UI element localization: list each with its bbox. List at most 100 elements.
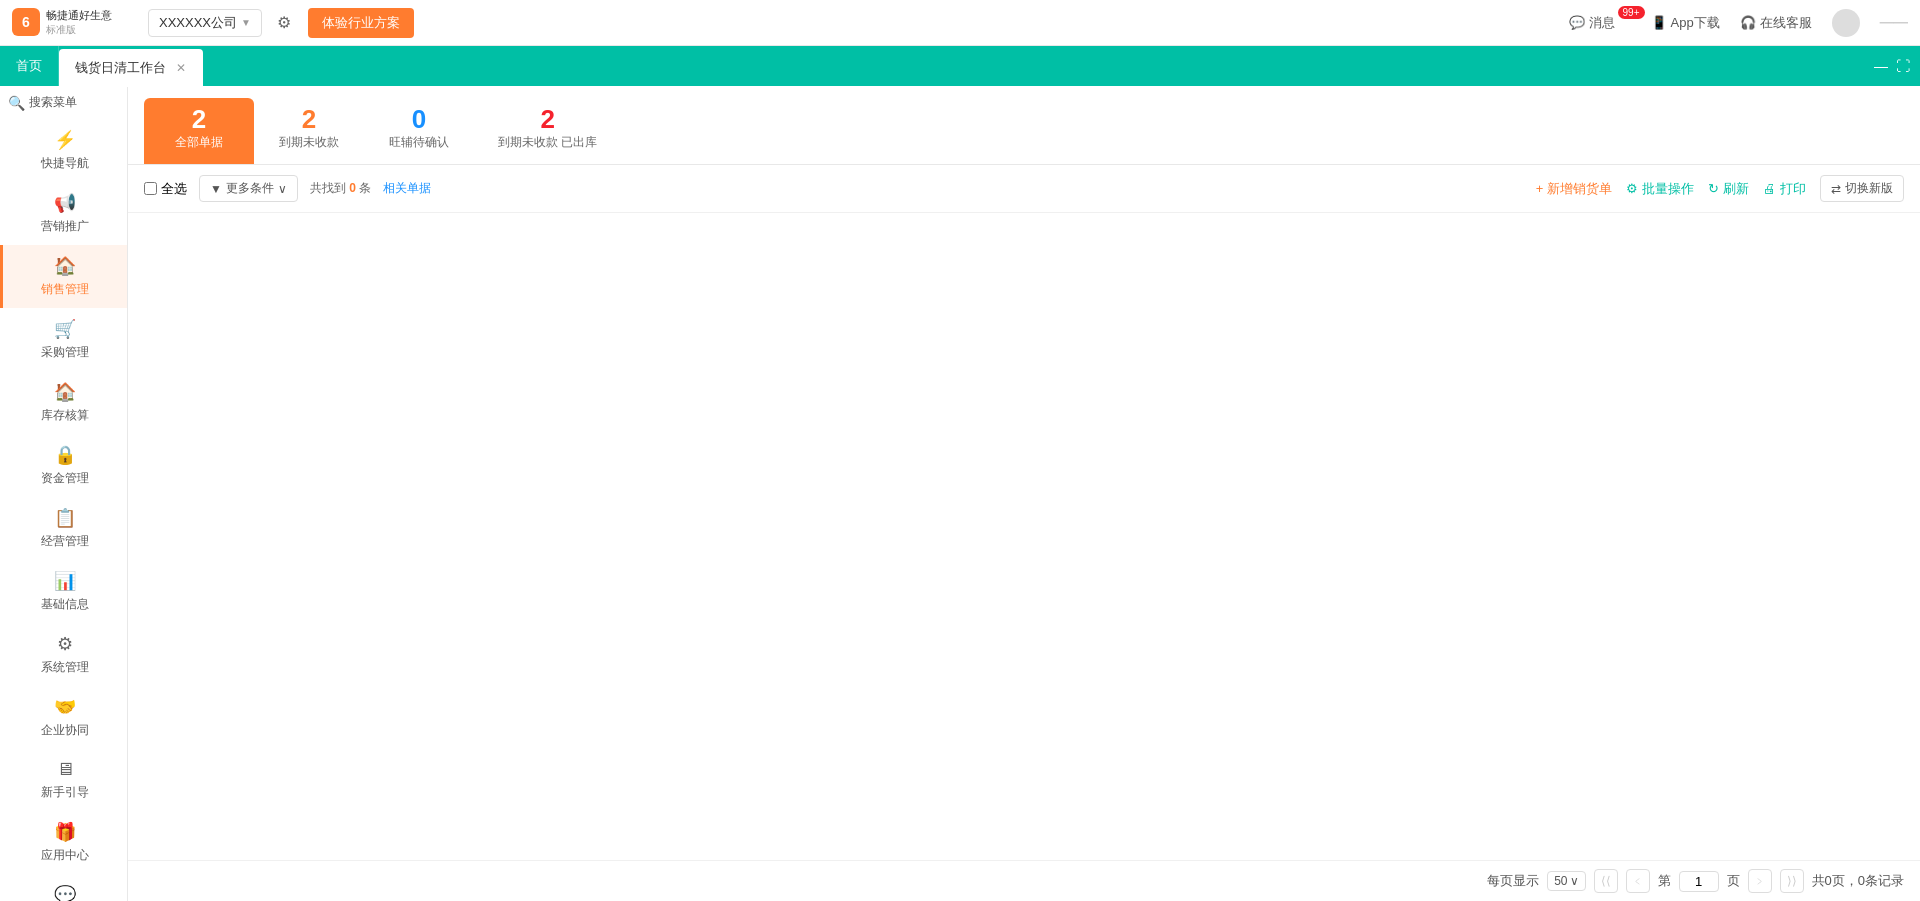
- page-size-value: 50: [1554, 874, 1567, 888]
- download-icon: 📱: [1651, 15, 1667, 30]
- sidebar-item-base-info[interactable]: 📊 基础信息: [0, 560, 127, 623]
- batch-operation-button[interactable]: ⚙ 批量操作: [1626, 180, 1694, 198]
- sidebar-item-marketing[interactable]: 📢 营销推广: [0, 182, 127, 245]
- select-all-input[interactable]: [144, 182, 157, 195]
- switch-icon: ⇄: [1831, 182, 1841, 196]
- page-size-chevron-icon: ∨: [1570, 874, 1579, 888]
- sidebar-item-operations-label: 经营管理: [41, 533, 89, 550]
- stat-tab-all[interactable]: 2 全部单据: [144, 98, 254, 164]
- close-icon[interactable]: ✕: [176, 61, 186, 75]
- refresh-label: 刷新: [1723, 180, 1749, 198]
- settings-button[interactable]: ⚙: [270, 9, 298, 37]
- online-service-button[interactable]: 🎧 在线客服: [1740, 14, 1812, 32]
- page-size-select[interactable]: 50 ∨: [1547, 871, 1585, 891]
- stat-tab-wangfu[interactable]: 0 旺辅待确认: [364, 98, 474, 164]
- company-selector[interactable]: XXXXXX公司 ▼: [148, 9, 262, 37]
- top-header: 6 畅捷通好生意 标准版 XXXXXX公司 ▼ ⚙ 体验行业方案 💬 消息 99…: [0, 0, 1920, 46]
- sidebar-item-purchase[interactable]: 🛒 采购管理: [0, 308, 127, 371]
- sidebar-item-app-center[interactable]: 🎁 应用中心: [0, 811, 127, 874]
- user-name: ──: [1880, 11, 1908, 34]
- refresh-icon: ↻: [1708, 181, 1719, 196]
- stat-wangfu-num: 0: [412, 106, 426, 132]
- stat-overdue-num: 2: [302, 106, 316, 132]
- sidebar-item-finance[interactable]: 🔒 资金管理: [0, 434, 127, 497]
- page-number-input[interactable]: [1679, 871, 1719, 892]
- tab-qianhuoriqing[interactable]: 钱货日清工作台 ✕: [59, 49, 203, 87]
- stat-tab-overdue[interactable]: 2 到期未收款: [254, 98, 364, 164]
- avatar[interactable]: [1832, 9, 1860, 37]
- found-count: 0: [349, 181, 356, 195]
- sidebar-item-sales-label: 销售管理: [41, 281, 89, 298]
- operations-icon: 📋: [54, 507, 76, 529]
- table-area: [128, 213, 1920, 860]
- tab-home-label: 首页: [16, 57, 42, 75]
- sidebar-item-operations[interactable]: 📋 经营管理: [0, 497, 127, 560]
- batch-icon: ⚙: [1626, 181, 1638, 196]
- service-icon: 🎧: [1740, 15, 1756, 30]
- print-button[interactable]: 🖨 打印: [1763, 180, 1806, 198]
- sidebar-item-sales[interactable]: 🏠 销售管理: [0, 245, 127, 308]
- switch-label: 切换新版: [1845, 180, 1893, 197]
- sidebar-item-inventory[interactable]: 🏠 库存核算: [0, 371, 127, 434]
- trial-button[interactable]: 体验行业方案: [308, 8, 414, 38]
- sidebar-item-guide[interactable]: 🖥 新手引导: [0, 749, 127, 811]
- stat-shipped-label: 到期未收款 已出库: [498, 134, 597, 151]
- shortcut-icon: ⚡: [54, 129, 76, 151]
- found-prefix: 共找到: [310, 181, 346, 195]
- stats-tabs: 2 全部单据 2 到期未收款 0 旺辅待确认 2 到期未收款 已出库: [128, 86, 1920, 165]
- chevron-down-icon: ▼: [241, 17, 251, 28]
- toolbar-right: + 新增销货单 ⚙ 批量操作 ↻ 刷新 🖨 打印 ⇄ 切换新版: [1536, 175, 1904, 202]
- tab-qianhuoriqing-label: 钱货日清工作台: [75, 59, 166, 77]
- filter-chevron-icon: ∨: [278, 182, 287, 196]
- print-icon: 🖨: [1763, 181, 1776, 196]
- stat-wangfu-label: 旺辅待确认: [389, 134, 449, 151]
- found-text: 共找到 0 条: [310, 180, 371, 197]
- page-size-label: 每页显示: [1487, 872, 1539, 890]
- company-name: XXXXXX公司: [159, 14, 237, 32]
- sidebar-item-shortcut-label: 快捷导航: [41, 155, 89, 172]
- tab-home[interactable]: 首页: [0, 46, 59, 86]
- message-badge: 99+: [1618, 6, 1645, 19]
- message-button[interactable]: 💬 消息 99+: [1569, 14, 1631, 32]
- app-download-button[interactable]: 📱 App下载: [1651, 14, 1720, 32]
- next-page-button[interactable]: ﹥: [1748, 869, 1772, 893]
- switch-version-button[interactable]: ⇄ 切换新版: [1820, 175, 1904, 202]
- sidebar-item-system-label: 系统管理: [41, 659, 89, 676]
- stat-tab-shipped[interactable]: 2 到期未收款 已出库: [474, 98, 621, 164]
- related-link[interactable]: 相关单据: [383, 180, 431, 197]
- search-menu-button[interactable]: 🔍 搜索菜单: [0, 86, 127, 119]
- maximize-icon[interactable]: ⛶: [1896, 58, 1910, 74]
- sidebar-item-shortcut[interactable]: ⚡ 快捷导航: [0, 119, 127, 182]
- message-label: 消息: [1589, 14, 1615, 32]
- sidebar-item-purchase-label: 采购管理: [41, 344, 89, 361]
- base-info-icon: 📊: [54, 570, 76, 592]
- last-page-button[interactable]: ⟩⟩: [1780, 869, 1804, 893]
- app-download-label: App下载: [1671, 14, 1720, 32]
- sidebar-item-finance-label: 资金管理: [41, 470, 89, 487]
- batch-label: 批量操作: [1642, 180, 1694, 198]
- page-label: 第: [1658, 872, 1671, 890]
- page-unit: 页: [1727, 872, 1740, 890]
- logo-text-area: 畅捷通好生意 标准版: [46, 8, 112, 36]
- refresh-button[interactable]: ↻ 刷新: [1708, 180, 1749, 198]
- sidebar: 🔍 搜索菜单 ⚡ 快捷导航 📢 营销推广 🏠 销售管理 🛒 采购管理 🏠 库存核…: [0, 86, 128, 901]
- sidebar-item-base-info-label: 基础信息: [41, 596, 89, 613]
- app-badge: 标准版: [46, 23, 112, 37]
- sidebar-item-wechat[interactable]: 💬 企业微信: [0, 874, 127, 901]
- stat-shipped-num: 2: [540, 106, 554, 132]
- select-all-checkbox[interactable]: 全选: [144, 180, 187, 198]
- minimize-icon[interactable]: —: [1874, 58, 1888, 74]
- search-icon: 🔍: [8, 95, 25, 111]
- sidebar-item-enterprise-collab[interactable]: 🤝 企业协同: [0, 686, 127, 749]
- enterprise-collab-icon: 🤝: [54, 696, 76, 718]
- add-sale-button[interactable]: + 新增销货单: [1536, 180, 1612, 198]
- tab-bar: 首页 钱货日清工作台 ✕ — ⛶: [0, 46, 1920, 86]
- user-name-area[interactable]: ──: [1880, 11, 1908, 34]
- sidebar-item-enterprise-collab-label: 企业协同: [41, 722, 89, 739]
- first-page-button[interactable]: ⟨⟨: [1594, 869, 1618, 893]
- filter-button[interactable]: ▼ 更多条件 ∨: [199, 175, 298, 202]
- stat-all-num: 2: [192, 106, 206, 132]
- filter-icon: ▼: [210, 182, 222, 196]
- sidebar-item-system[interactable]: ⚙ 系统管理: [0, 623, 127, 686]
- prev-page-button[interactable]: ﹤: [1626, 869, 1650, 893]
